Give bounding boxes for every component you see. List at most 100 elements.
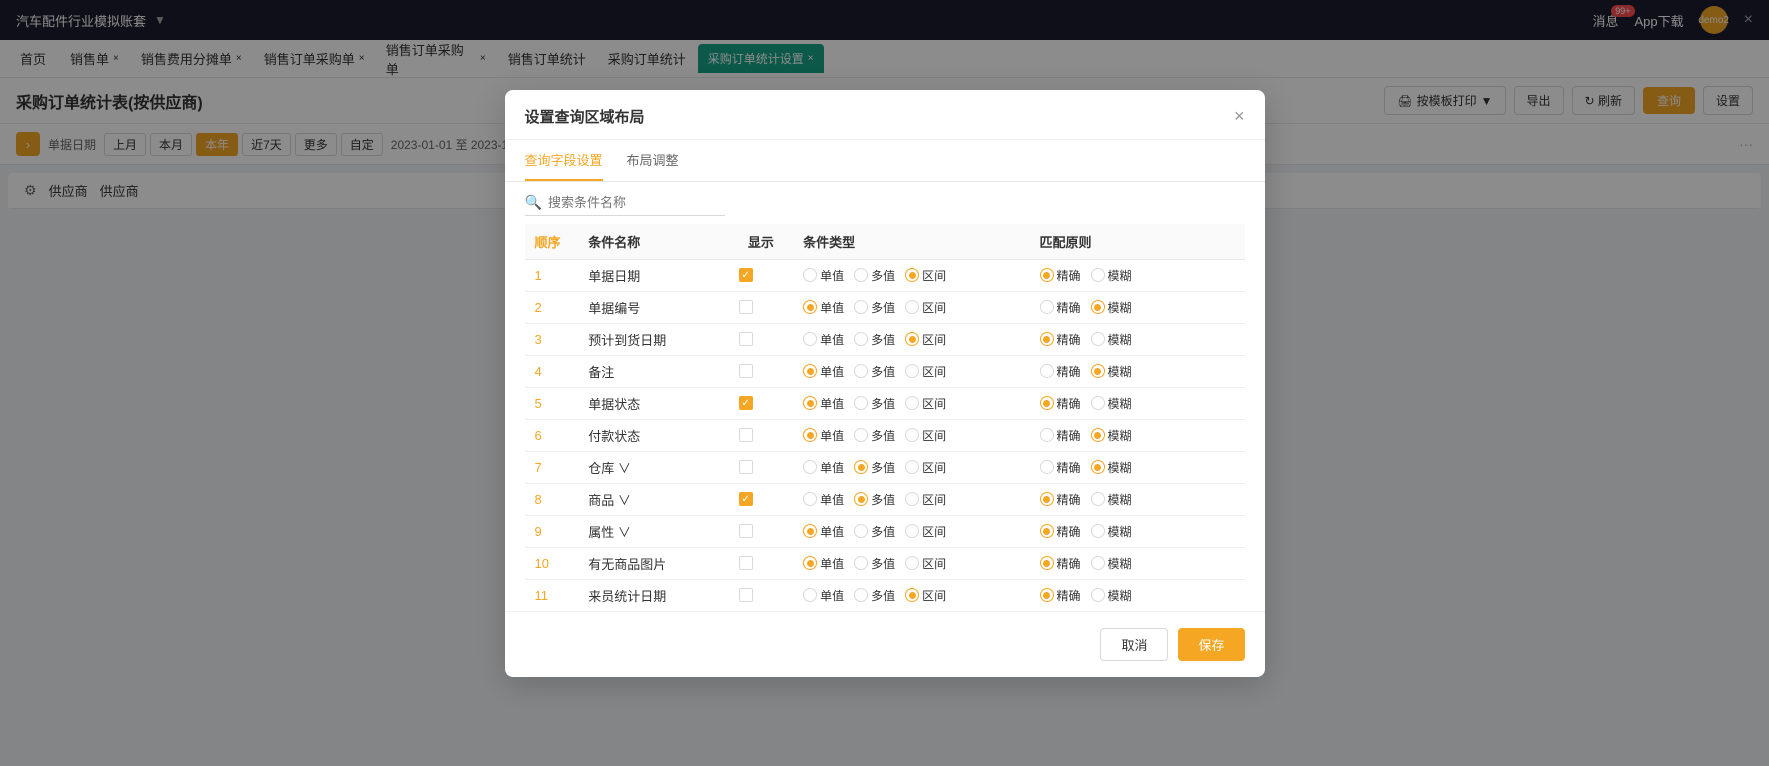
type-radio-单值[interactable]: 单值 (803, 267, 844, 284)
match-radio-精确[interactable]: 精确 (1040, 299, 1081, 316)
type-radio-多值[interactable]: 多值 (854, 459, 895, 476)
dialog-tab-query[interactable]: 查询字段设置 (525, 140, 603, 181)
type-radio-区间[interactable]: 区间 (905, 427, 946, 444)
row-show[interactable]: ✓ (729, 259, 793, 291)
row-show[interactable] (729, 291, 793, 323)
row-show[interactable]: ✓ (729, 387, 793, 419)
row-name: 单据日期 (578, 259, 728, 291)
radio-circle (1040, 556, 1054, 570)
show-checkbox[interactable] (739, 588, 753, 602)
match-radio-精确[interactable]: 精确 (1040, 267, 1081, 284)
type-radio-区间[interactable]: 区间 (905, 363, 946, 380)
radio-circle (803, 428, 817, 442)
show-checkbox[interactable] (739, 364, 753, 378)
cancel-button[interactable]: 取消 (1100, 628, 1168, 661)
row-show[interactable] (729, 323, 793, 355)
type-radio-单值[interactable]: 单值 (803, 363, 844, 380)
dialog-tab-layout[interactable]: 布局调整 (627, 140, 679, 181)
radio-circle (854, 460, 868, 474)
radio-circle (1091, 588, 1105, 602)
radio-circle (854, 364, 868, 378)
match-radio-精确[interactable]: 精确 (1040, 427, 1081, 444)
match-radio-模糊[interactable]: 模糊 (1091, 427, 1132, 444)
match-radio-模糊[interactable]: 模糊 (1091, 363, 1132, 380)
radio-circle (854, 332, 868, 346)
type-radio-区间[interactable]: 区间 (905, 555, 946, 572)
type-radio-区间[interactable]: 区间 (905, 459, 946, 476)
type-radio-多值[interactable]: 多值 (854, 587, 895, 604)
show-checkbox[interactable]: ✓ (739, 492, 753, 506)
row-match: 精确模糊 (1030, 323, 1245, 355)
type-radio-单值[interactable]: 单值 (803, 555, 844, 572)
match-radio-模糊[interactable]: 模糊 (1091, 331, 1132, 348)
radio-circle (1091, 492, 1105, 506)
radio-circle (1040, 300, 1054, 314)
radio-circle (1091, 556, 1105, 570)
match-radio-模糊[interactable]: 模糊 (1091, 587, 1132, 604)
show-checkbox[interactable] (739, 332, 753, 346)
type-radio-多值[interactable]: 多值 (854, 555, 895, 572)
match-radio-精确[interactable]: 精确 (1040, 587, 1081, 604)
match-radio-模糊[interactable]: 模糊 (1091, 555, 1132, 572)
row-show[interactable] (729, 547, 793, 579)
match-radio-模糊[interactable]: 模糊 (1091, 267, 1132, 284)
dialog-header: 设置查询区域布局 × (505, 90, 1265, 140)
dialog-close-btn[interactable]: × (1234, 106, 1245, 127)
type-radio-多值[interactable]: 多值 (854, 523, 895, 540)
show-checkbox[interactable] (739, 300, 753, 314)
match-radio-精确[interactable]: 精确 (1040, 331, 1081, 348)
match-radio-模糊[interactable]: 模糊 (1091, 523, 1132, 540)
match-radio-模糊[interactable]: 模糊 (1091, 491, 1132, 508)
type-radio-区间[interactable]: 区间 (905, 267, 946, 284)
row-name: 仓库 ∨ (578, 451, 728, 483)
row-show[interactable] (729, 355, 793, 387)
type-radio-多值[interactable]: 多值 (854, 491, 895, 508)
type-radio-单值[interactable]: 单值 (803, 299, 844, 316)
type-radio-多值[interactable]: 多值 (854, 331, 895, 348)
show-checkbox[interactable] (739, 460, 753, 474)
type-radio-多值[interactable]: 多值 (854, 363, 895, 380)
row-show[interactable] (729, 419, 793, 451)
show-checkbox[interactable] (739, 428, 753, 442)
type-radio-区间[interactable]: 区间 (905, 587, 946, 604)
type-radio-单值[interactable]: 单值 (803, 331, 844, 348)
type-radio-单值[interactable]: 单值 (803, 587, 844, 604)
show-checkbox[interactable] (739, 524, 753, 538)
match-radio-精确[interactable]: 精确 (1040, 555, 1081, 572)
search-input[interactable] (548, 195, 708, 210)
type-radio-区间[interactable]: 区间 (905, 395, 946, 412)
row-show[interactable] (729, 515, 793, 547)
type-radio-区间[interactable]: 区间 (905, 523, 946, 540)
match-radio-精确[interactable]: 精确 (1040, 395, 1081, 412)
type-radio-单值[interactable]: 单值 (803, 395, 844, 412)
show-checkbox[interactable]: ✓ (739, 396, 753, 410)
type-radio-区间[interactable]: 区间 (905, 491, 946, 508)
match-radio-精确[interactable]: 精确 (1040, 491, 1081, 508)
type-radio-多值[interactable]: 多值 (854, 267, 895, 284)
type-radio-区间[interactable]: 区间 (905, 331, 946, 348)
match-radio-模糊[interactable]: 模糊 (1091, 395, 1132, 412)
save-button[interactable]: 保存 (1178, 628, 1244, 661)
row-show[interactable] (729, 579, 793, 611)
type-radio-单值[interactable]: 单值 (803, 459, 844, 476)
type-radio-多值[interactable]: 多值 (854, 427, 895, 444)
match-radio-精确[interactable]: 精确 (1040, 523, 1081, 540)
type-radio-多值[interactable]: 多值 (854, 395, 895, 412)
type-radio-单值[interactable]: 单值 (803, 491, 844, 508)
search-input-wrap: 🔍 (525, 194, 725, 216)
show-checkbox[interactable] (739, 556, 753, 570)
row-show[interactable] (729, 451, 793, 483)
table-row: 10有无商品图片单值多值区间精确模糊 (525, 547, 1245, 579)
match-radio-模糊[interactable]: 模糊 (1091, 299, 1132, 316)
type-radio-区间[interactable]: 区间 (905, 299, 946, 316)
row-show[interactable]: ✓ (729, 483, 793, 515)
type-radio-单值[interactable]: 单值 (803, 427, 844, 444)
show-checkbox[interactable]: ✓ (739, 268, 753, 282)
row-name: 单据编号 (578, 291, 728, 323)
row-type: 单值多值区间 (793, 259, 1029, 291)
type-radio-多值[interactable]: 多值 (854, 299, 895, 316)
type-radio-单值[interactable]: 单值 (803, 523, 844, 540)
match-radio-精确[interactable]: 精确 (1040, 459, 1081, 476)
match-radio-精确[interactable]: 精确 (1040, 363, 1081, 380)
match-radio-模糊[interactable]: 模糊 (1091, 459, 1132, 476)
